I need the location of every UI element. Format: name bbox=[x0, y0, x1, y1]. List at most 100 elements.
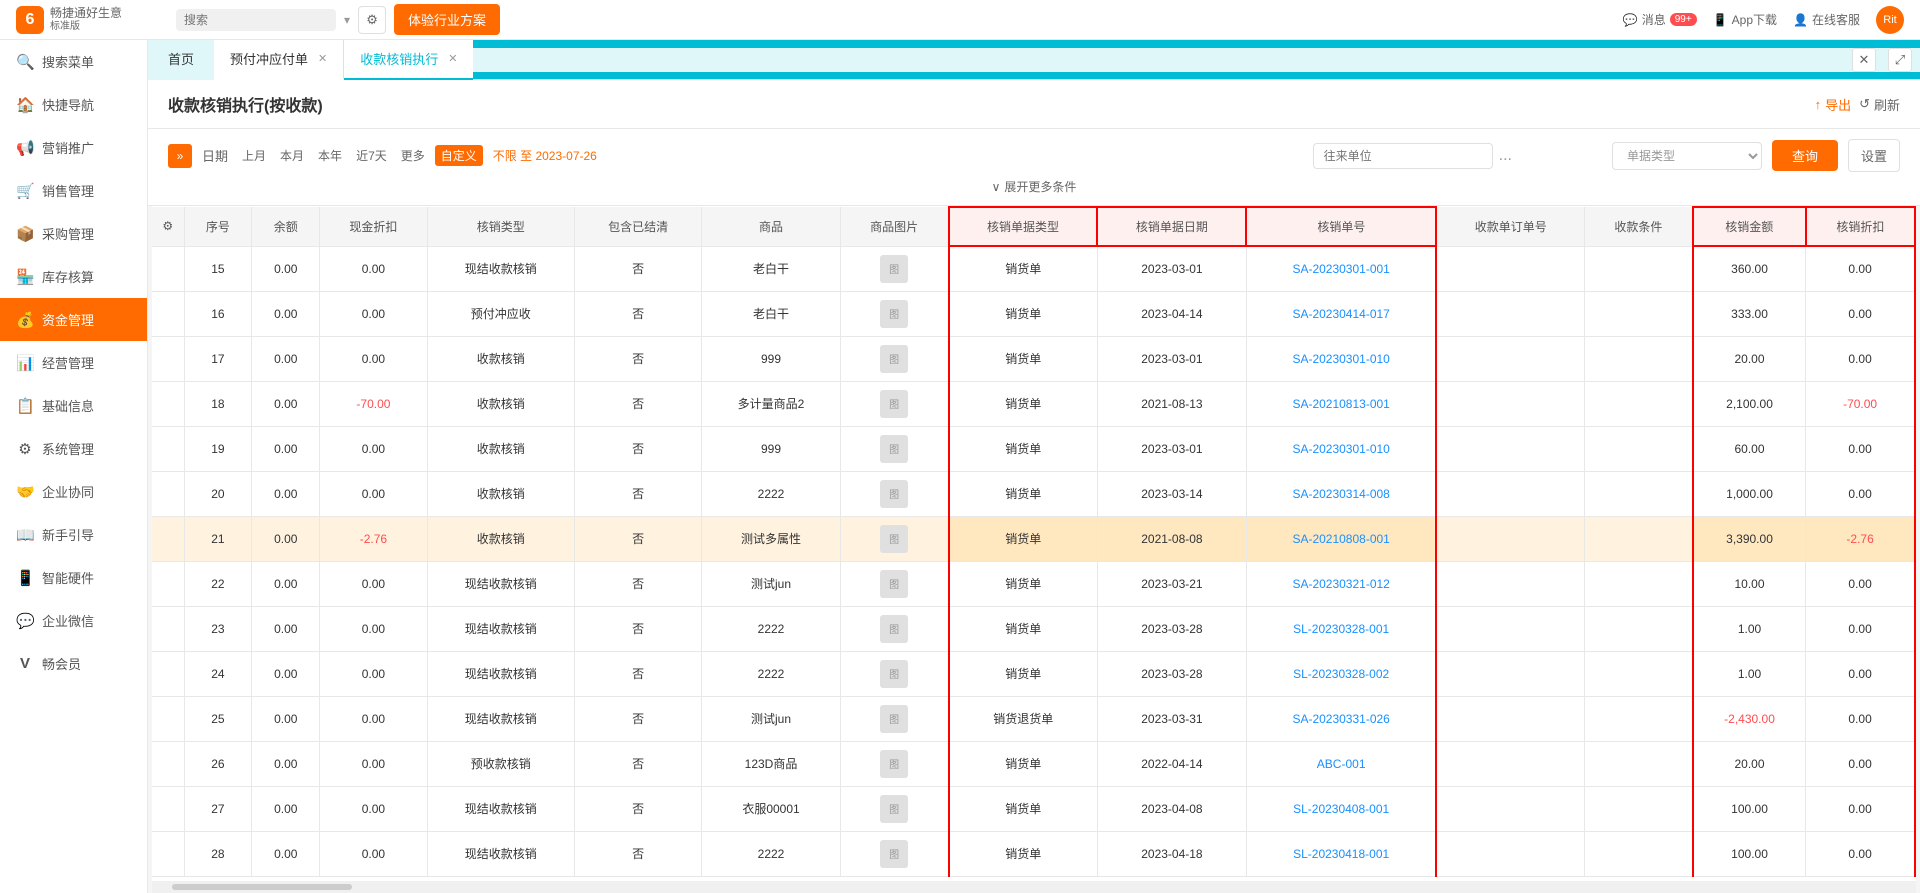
cell-verify-amount: -2,430.00 bbox=[1693, 696, 1806, 741]
cell-verify-discount: 0.00 bbox=[1806, 426, 1915, 471]
date-shortcut-last-month[interactable]: 上月 bbox=[238, 145, 270, 166]
chevron-down-icon[interactable]: ▾ bbox=[344, 13, 350, 27]
cell-verify-type: 现结收款核销 bbox=[427, 786, 574, 831]
sidebar-item-label: 采购管理 bbox=[42, 224, 94, 243]
bill-doc-no-link[interactable]: SA-20210808-001 bbox=[1292, 532, 1389, 546]
expand-filter-button[interactable]: » bbox=[168, 144, 192, 168]
online-service-button[interactable]: 👤 在线客服 bbox=[1793, 11, 1860, 28]
bill-doc-no-link[interactable]: SA-20230301-010 bbox=[1292, 442, 1389, 456]
data-table: ⚙ 序号 余额 现金折扣 核销类型 包含已结清 商品 商品图片 核销单据类型 核… bbox=[152, 206, 1916, 877]
sidebar-item-sales[interactable]: 🛒 销售管理 bbox=[0, 169, 147, 212]
search-input[interactable] bbox=[176, 9, 336, 31]
sidebar-item-finance[interactable]: 💰 资金管理 bbox=[0, 298, 147, 341]
bill-doc-no-link[interactable]: SL-20230328-001 bbox=[1293, 622, 1389, 636]
avatar[interactable]: Rit bbox=[1876, 6, 1904, 34]
table-row: 16 0.00 0.00 预付冲应收 否 老白干 图 销货单 2023-04-1… bbox=[152, 291, 1915, 336]
expand-conditions-button[interactable]: ∨ 展开更多条件 bbox=[992, 178, 1077, 195]
partner-dots[interactable]: ... bbox=[1499, 147, 1512, 165]
bill-doc-no-link[interactable]: SL-20230328-002 bbox=[1293, 667, 1389, 681]
cell-gear bbox=[152, 291, 184, 336]
sidebar-item-system[interactable]: ⚙ 系统管理 bbox=[0, 427, 147, 470]
tab-close-prepayment[interactable]: ✕ bbox=[318, 52, 327, 65]
cell-receipt-condition bbox=[1585, 381, 1693, 426]
bill-doc-no-link[interactable]: SA-20230414-017 bbox=[1292, 307, 1389, 321]
sidebar-item-wechat[interactable]: 💬 企业微信 bbox=[0, 599, 147, 642]
sidebar-item-guide[interactable]: 📖 新手引导 bbox=[0, 513, 147, 556]
system-icon: ⚙ bbox=[16, 440, 34, 458]
sidebar-item-member[interactable]: V 畅会员 bbox=[0, 642, 147, 685]
message-button[interactable]: 💬 消息 99+ bbox=[1623, 11, 1697, 28]
col-receipt-condition: 收款条件 bbox=[1585, 207, 1693, 246]
refresh-button[interactable]: ↺ 刷新 bbox=[1859, 95, 1900, 114]
sidebar-item-basic-info[interactable]: 📋 基础信息 bbox=[0, 384, 147, 427]
bill-doc-no-link[interactable]: SA-20230331-026 bbox=[1292, 712, 1389, 726]
sidebar-item-label: 库存核算 bbox=[42, 267, 94, 286]
sidebar-item-label: 营销推广 bbox=[42, 138, 94, 157]
table-container[interactable]: ⚙ 序号 余额 现金折扣 核销类型 包含已结清 商品 商品图片 核销单据类型 核… bbox=[152, 206, 1916, 893]
cell-gear bbox=[152, 246, 184, 291]
query-button[interactable]: 查询 bbox=[1772, 140, 1838, 171]
cell-receipt-order-no bbox=[1436, 381, 1584, 426]
cell-bill-doc-type: 销货单 bbox=[949, 606, 1098, 651]
sidebar-item-purchase[interactable]: 📦 采购管理 bbox=[0, 212, 147, 255]
sidebar-item-collab[interactable]: 🤝 企业协同 bbox=[0, 470, 147, 513]
cell-seq: 21 bbox=[184, 516, 252, 561]
tab-home[interactable]: 首页 bbox=[148, 40, 214, 80]
cell-verify-type: 现结收款核销 bbox=[427, 831, 574, 876]
cell-goods: 999 bbox=[702, 336, 840, 381]
cell-bill-doc-date: 2023-04-08 bbox=[1097, 786, 1246, 831]
cell-balance: 0.00 bbox=[252, 246, 320, 291]
tab-bar-right: ✕ ⤢ bbox=[473, 48, 1920, 72]
bill-doc-no-link[interactable]: SA-20230301-001 bbox=[1292, 262, 1389, 276]
sidebar-item-hardware[interactable]: 📱 智能硬件 bbox=[0, 556, 147, 599]
date-shortcut-this-month[interactable]: 本月 bbox=[276, 145, 308, 166]
sidebar-item-inventory[interactable]: 🏪 库存核算 bbox=[0, 255, 147, 298]
date-shortcut-more[interactable]: 更多 bbox=[397, 145, 429, 166]
bill-doc-no-link[interactable]: SA-20230314-008 bbox=[1292, 487, 1389, 501]
cell-seq: 24 bbox=[184, 651, 252, 696]
cell-receipt-condition bbox=[1585, 246, 1693, 291]
cell-goods: 2222 bbox=[702, 471, 840, 516]
cell-receipt-condition bbox=[1585, 291, 1693, 336]
message-badge: 99+ bbox=[1670, 13, 1697, 26]
sidebar-item-operations[interactable]: 📊 经营管理 bbox=[0, 341, 147, 384]
bill-type-select[interactable]: 单据类型 bbox=[1612, 142, 1762, 170]
cell-verify-amount: 1.00 bbox=[1693, 651, 1806, 696]
bill-doc-no-link[interactable]: SA-20210813-001 bbox=[1292, 397, 1389, 411]
date-shortcut-this-year[interactable]: 本年 bbox=[314, 145, 346, 166]
tab-close-receipt[interactable]: ✕ bbox=[448, 52, 457, 65]
expand-icon: ∨ bbox=[992, 180, 1001, 194]
date-shortcut-7days[interactable]: 近7天 bbox=[352, 145, 391, 166]
tab-prepayment[interactable]: 预付冲应付单 ✕ bbox=[214, 40, 344, 80]
partner-input[interactable] bbox=[1313, 143, 1493, 169]
sidebar-item-nav[interactable]: 🏠 快捷导航 bbox=[0, 83, 147, 126]
cell-receipt-order-no bbox=[1436, 696, 1584, 741]
tab-close-button[interactable]: ✕ bbox=[1852, 48, 1876, 72]
bill-doc-no-link[interactable]: SL-20230408-001 bbox=[1293, 802, 1389, 816]
tab-receipt[interactable]: 收款核销执行 ✕ bbox=[344, 40, 473, 80]
bill-doc-no-link[interactable]: SA-20230301-010 bbox=[1292, 352, 1389, 366]
table-row: 25 0.00 0.00 现结收款核销 否 测试jun 图 销货退货单 2023… bbox=[152, 696, 1915, 741]
bill-doc-no-link[interactable]: SL-20230418-001 bbox=[1293, 847, 1389, 861]
sidebar-item-search[interactable]: 🔍 搜索菜单 bbox=[0, 40, 147, 83]
bill-doc-no-link[interactable]: ABC-001 bbox=[1317, 757, 1366, 771]
top-bar-center: ▾ ⚙ 体验行业方案 bbox=[176, 4, 1611, 35]
setting-button[interactable]: 设置 bbox=[1848, 139, 1900, 172]
page-content: 收款核销执行(按收款) ↑ 导出 ↺ 刷新 » 日期 bbox=[148, 80, 1920, 893]
cell-balance: 0.00 bbox=[252, 561, 320, 606]
bill-doc-no-link[interactable]: SA-20230321-012 bbox=[1292, 577, 1389, 591]
hardware-icon: 📱 bbox=[16, 569, 34, 587]
date-shortcut-custom[interactable]: 自定义 bbox=[435, 145, 483, 166]
industry-button[interactable]: 体验行业方案 bbox=[394, 4, 500, 35]
tab-expand-button[interactable]: ⤢ bbox=[1888, 48, 1912, 72]
logo: 6 畅捷通好生意 标准版 bbox=[16, 6, 164, 34]
col-settings[interactable]: ⚙ bbox=[152, 207, 184, 246]
sidebar-item-marketing[interactable]: 📢 营销推广 bbox=[0, 126, 147, 169]
cell-bill-doc-type: 销货单 bbox=[949, 246, 1098, 291]
horizontal-scrollbar[interactable] bbox=[172, 884, 352, 890]
app-download-button[interactable]: 📱 App下载 bbox=[1713, 11, 1777, 28]
gear-button[interactable]: ⚙ bbox=[358, 6, 386, 34]
cell-balance: 0.00 bbox=[252, 336, 320, 381]
export-button[interactable]: ↑ 导出 bbox=[1815, 95, 1852, 114]
date-range-text: 不限 至 2023-07-26 bbox=[493, 147, 597, 164]
